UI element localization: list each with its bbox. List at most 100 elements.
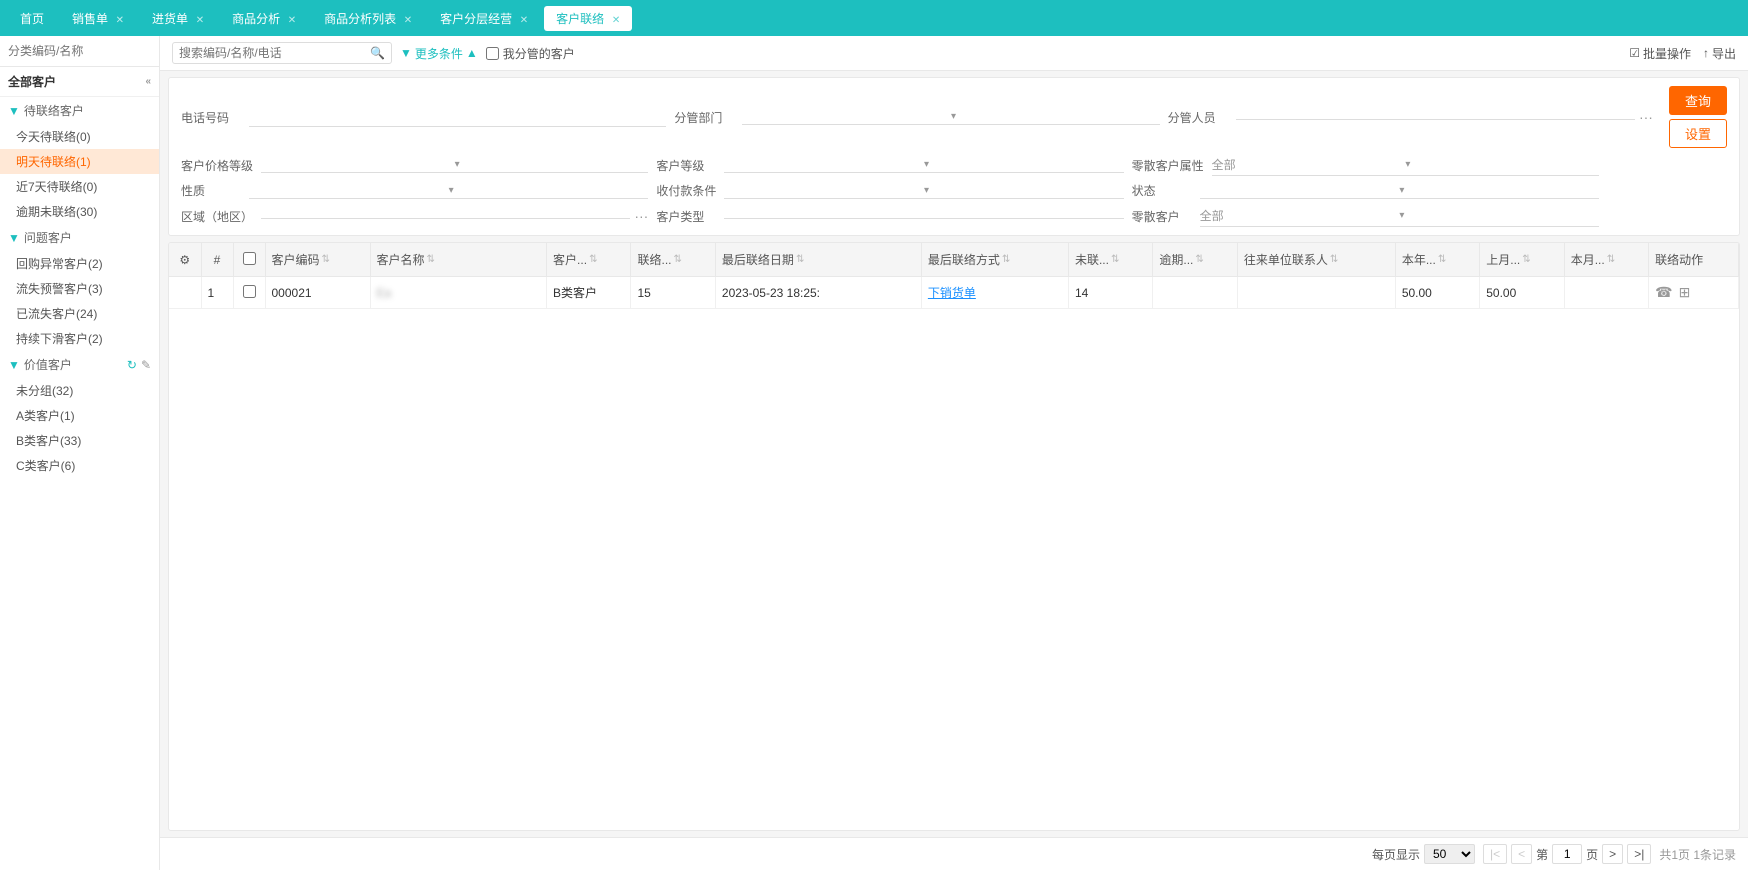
th-checkbox[interactable] <box>233 243 265 277</box>
toolbar-search-input[interactable] <box>179 46 370 60</box>
payment-chevron-icon: ▾ <box>924 185 1124 196</box>
th-this-month[interactable]: 本月...⇅ <box>1564 243 1648 277</box>
region-dots[interactable]: ··· <box>634 208 648 224</box>
sidebar-item-7days[interactable]: 近7天待联络(0) <box>0 174 159 199</box>
filter-region-select[interactable] <box>261 214 630 219</box>
nav-purchase[interactable]: 进货单 ✕ <box>140 6 216 31</box>
price-level-chevron-icon: ▾ <box>455 159 649 170</box>
nav-close-product-analysis-list[interactable]: ✕ <box>404 15 412 26</box>
toolbar-search-box: 🔍 <box>172 42 392 64</box>
sidebar: 🔍 全部客户 « ▼ 待联络客户 今天待联络(0) 明天待联络(1) 近7天待联… <box>0 36 160 870</box>
sidebar-item-declining[interactable]: 持续下滑客户(2) <box>0 326 159 351</box>
td-last-contact-date: 2023-05-23 18:25: <box>715 277 921 309</box>
per-page-select[interactable]: 50 100 200 <box>1424 844 1475 864</box>
overdue-sort-icon: ⇅ <box>1195 254 1203 265</box>
content-area: 🔍 ▼ 更多条件 ▲ 我分管的客户 ☑ 批量操作 ↑ 导出 <box>160 36 1748 870</box>
filter-status: 状态 ▾ <box>1132 182 1599 199</box>
sidebar-item-churn-warning[interactable]: 流失预警客户(3) <box>0 276 159 301</box>
action-call-icon[interactable]: ☎ <box>1655 284 1672 301</box>
td-not-contacted: 14 <box>1068 277 1152 309</box>
th-type[interactable]: 客户...⇅ <box>547 243 631 277</box>
sidebar-group-value-refresh[interactable]: ↻ <box>127 358 137 372</box>
nav-product-analysis[interactable]: 商品分析 ✕ <box>220 6 308 31</box>
filter-cust-level: 客户等级 ▾ <box>656 157 1123 174</box>
sidebar-item-ungrouped[interactable]: 未分组(32) <box>0 378 159 403</box>
filter-status-select[interactable]: ▾ <box>1200 183 1599 199</box>
action-grid-icon[interactable]: ⊞ <box>1679 284 1691 301</box>
sidebar-item-a-class[interactable]: A类客户(1) <box>0 403 159 428</box>
export-icon: ↑ <box>1703 46 1709 60</box>
sidebar-search-area: 🔍 <box>0 36 159 67</box>
footer-first-page-btn[interactable]: |< <box>1483 844 1507 864</box>
th-unit-contact[interactable]: 往来单位联系人⇅ <box>1237 243 1395 277</box>
th-gear[interactable]: ⚙ <box>169 243 201 277</box>
filter-phone-input[interactable] <box>249 108 666 127</box>
sidebar-item-b-class[interactable]: B类客户(33) <box>0 428 159 453</box>
sidebar-item-tomorrow[interactable]: 明天待联络(1) <box>0 149 159 174</box>
sidebar-item-churned[interactable]: 已流失客户(24) <box>0 301 159 326</box>
cust-level-chevron-icon: ▾ <box>924 159 1124 170</box>
filter-retail-attr-select[interactable]: 全部 ▾ <box>1212 154 1599 176</box>
sidebar-group-value-edit[interactable]: ✎ <box>141 358 151 372</box>
batch-operate-btn[interactable]: ☑ 批量操作 <box>1629 45 1691 62</box>
nav-close-customer-layering[interactable]: ✕ <box>520 15 528 26</box>
filter-nature-select[interactable]: ▾ <box>249 183 648 199</box>
filter-cust-type: 客户类型 <box>656 208 1123 225</box>
sidebar-item-repurchase-abnormal[interactable]: 回购异常客户(2) <box>0 251 159 276</box>
filter-retail-cust-select[interactable]: 全部 ▾ <box>1200 205 1599 227</box>
nav-home[interactable]: 首页 <box>8 6 56 31</box>
nav-sales[interactable]: 销售单 ✕ <box>60 6 136 31</box>
td-checkbox[interactable] <box>233 277 265 309</box>
last-contact-method-link[interactable]: 下销货单 <box>928 286 976 300</box>
settings-button[interactable]: 设置 <box>1669 119 1727 148</box>
footer-prev-page-btn[interactable]: < <box>1511 844 1532 864</box>
nav-close-purchase[interactable]: ✕ <box>196 15 204 26</box>
sidebar-item-overdue[interactable]: 逾期未联络(30) <box>0 199 159 224</box>
filter-cust-type-select[interactable] <box>724 214 1123 219</box>
th-last-contact-date[interactable]: 最后联络日期⇅ <box>715 243 921 277</box>
filter-manager-select[interactable] <box>1236 115 1635 120</box>
filter-row-1: 电话号码 分管部门 ▾ 分管人员 ··· <box>181 86 1727 148</box>
query-button[interactable]: 查询 <box>1669 86 1727 115</box>
footer-page-input[interactable] <box>1552 844 1582 864</box>
th-overdue[interactable]: 逾期...⇅ <box>1153 243 1237 277</box>
export-btn[interactable]: ↑ 导出 <box>1703 45 1736 62</box>
nav-product-analysis-list[interactable]: 商品分析列表 ✕ <box>312 6 424 31</box>
th-not-contacted[interactable]: 未联...⇅ <box>1068 243 1152 277</box>
sidebar-collapse-icon[interactable]: « <box>145 76 151 87</box>
nav-close-customer-contact[interactable]: ✕ <box>612 15 620 26</box>
type-sort-icon: ⇅ <box>589 254 597 265</box>
nav-close-product-analysis[interactable]: ✕ <box>288 15 296 26</box>
th-last-month[interactable]: 上月...⇅ <box>1480 243 1564 277</box>
more-filter-btn[interactable]: ▼ 更多条件 ▲ <box>400 45 478 62</box>
toolbar: 🔍 ▼ 更多条件 ▲ 我分管的客户 ☑ 批量操作 ↑ 导出 <box>160 36 1748 71</box>
nav-customer-layering[interactable]: 客户分层经营 ✕ <box>428 6 540 31</box>
nav-customer-contact[interactable]: 客户联络 ✕ <box>544 6 632 31</box>
sidebar-search-input[interactable] <box>8 44 160 58</box>
row-checkbox[interactable] <box>243 285 256 298</box>
filter-payment-select[interactable]: ▾ <box>724 183 1123 199</box>
footer-next-page-btn[interactable]: > <box>1602 844 1623 864</box>
sidebar-all-customers[interactable]: 全部客户 « <box>0 67 159 97</box>
nav-close-sales[interactable]: ✕ <box>116 15 124 26</box>
td-this-month <box>1564 277 1648 309</box>
manager-dots[interactable]: ··· <box>1639 109 1653 125</box>
filter-cust-level-select[interactable]: ▾ <box>724 157 1123 173</box>
filter-price-level-select[interactable]: ▾ <box>261 157 648 173</box>
select-all-checkbox[interactable] <box>243 252 256 265</box>
batch-icon: ☑ <box>1629 46 1640 60</box>
th-last-contact-method[interactable]: 最后联络方式⇅ <box>921 243 1068 277</box>
filter-manager: 分管人员 ··· <box>1168 109 1653 126</box>
th-name[interactable]: 客户名称⇅ <box>370 243 547 277</box>
filter-dept-select[interactable]: ▾ <box>742 109 1159 125</box>
my-customers-checkbox[interactable] <box>486 47 499 60</box>
toolbar-search-icon[interactable]: 🔍 <box>370 46 385 60</box>
sidebar-item-today[interactable]: 今天待联络(0) <box>0 124 159 149</box>
sidebar-item-c-class[interactable]: C类客户(6) <box>0 453 159 478</box>
th-this-year[interactable]: 本年...⇅ <box>1395 243 1479 277</box>
th-code[interactable]: 客户编码⇅ <box>265 243 370 277</box>
td-name: Ea <box>370 277 547 309</box>
footer-last-page-btn[interactable]: >| <box>1627 844 1651 864</box>
my-customers-checkbox-label[interactable]: 我分管的客户 <box>486 45 575 62</box>
th-contact[interactable]: 联络...⇅ <box>631 243 715 277</box>
